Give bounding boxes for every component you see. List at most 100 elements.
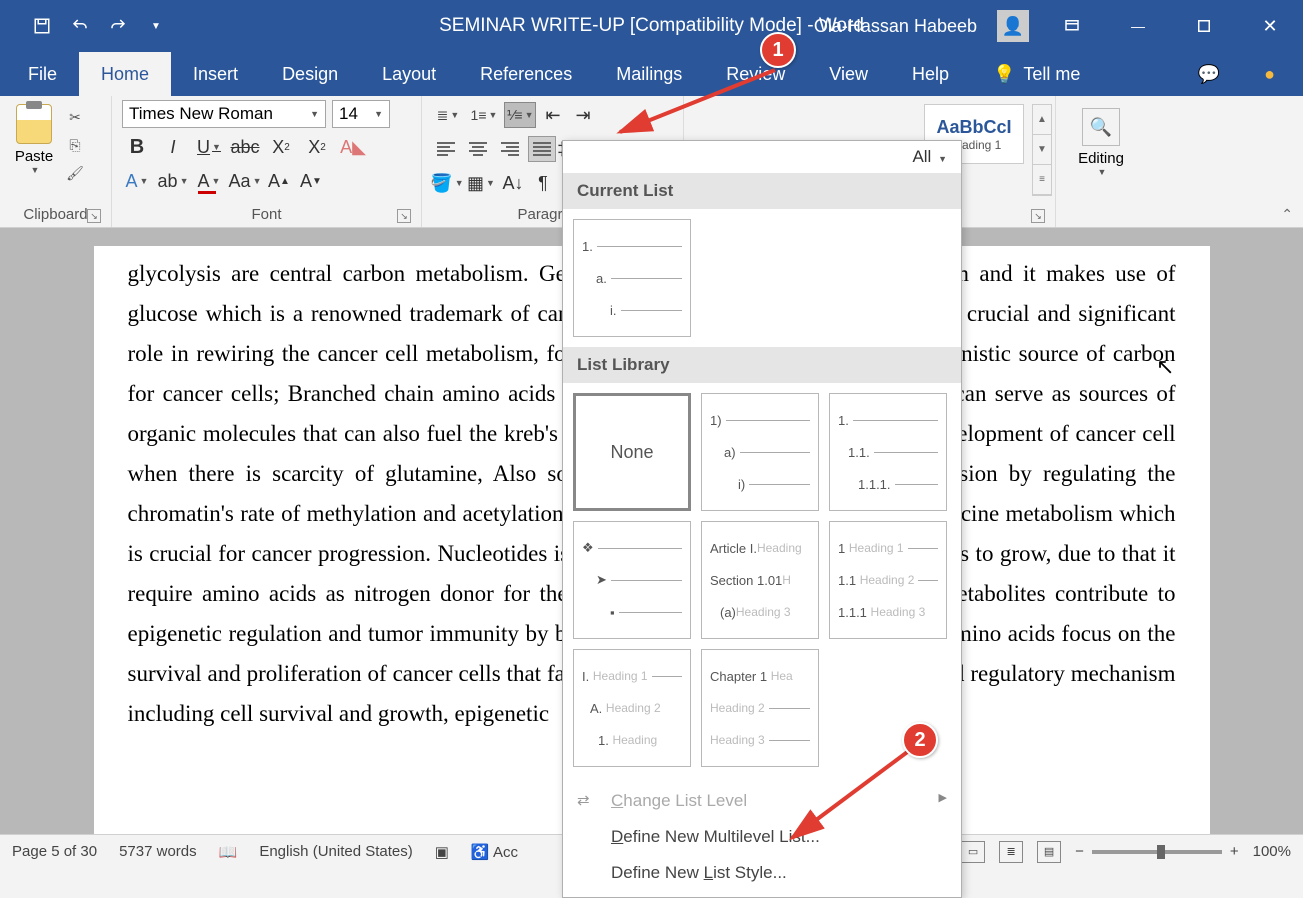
user-avatar[interactable]: 👤 (997, 10, 1029, 42)
tab-help[interactable]: Help (890, 52, 971, 96)
tab-insert[interactable]: Insert (171, 52, 260, 96)
zoom-out-icon[interactable]: − (1075, 843, 1084, 860)
list-paren[interactable]: 1) a) i) (701, 393, 819, 511)
save-icon[interactable] (28, 12, 56, 40)
clipboard-launcher[interactable]: ↘ (87, 209, 101, 223)
status-words[interactable]: 5737 words (119, 843, 197, 860)
redo-icon[interactable] (104, 12, 132, 40)
zoom-in-icon[interactable]: + (1230, 843, 1239, 860)
accessibility-icon[interactable]: ♿ Acc (471, 843, 518, 861)
tell-me[interactable]: 💡Tell me (971, 52, 1102, 96)
tab-file[interactable]: File (6, 52, 79, 96)
clear-format-icon[interactable]: A◣ (338, 132, 368, 162)
menu-define-list-style[interactable]: Define New List Style... (563, 855, 961, 891)
strike-button[interactable]: abc (230, 132, 260, 162)
align-right-icon[interactable] (496, 136, 524, 162)
list-roman[interactable]: I. Heading 1 A. Heading 2 1. Heading (573, 649, 691, 767)
highlight-icon[interactable]: ab▼ (158, 166, 188, 196)
decrease-indent-icon[interactable]: ⇤ (540, 100, 566, 130)
qat-dropdown-icon[interactable]: ▼ (142, 12, 170, 40)
align-center-icon[interactable] (464, 136, 492, 162)
align-justify-icon[interactable] (528, 136, 556, 162)
bold-button[interactable]: B (122, 132, 152, 162)
text-effects-icon[interactable]: A▼ (122, 166, 152, 196)
font-launcher[interactable]: ↘ (397, 209, 411, 223)
search-icon: 🔍 (1082, 108, 1120, 146)
tab-design[interactable]: Design (260, 52, 360, 96)
cut-icon[interactable]: ✂ (64, 106, 86, 128)
window-title: SEMINAR WRITE-UP [Compatibility Mode] - … (439, 15, 864, 37)
styles-nav[interactable]: ▲▼≡ (1032, 104, 1052, 196)
maximize-button[interactable] (1181, 10, 1227, 42)
tab-mailings[interactable]: Mailings (594, 52, 704, 96)
group-font: Times New Roman▼ 14▼ B I U▼ abc X2 X2 A◣… (112, 96, 422, 227)
subscript-button[interactable]: X2 (266, 132, 296, 162)
current-list-preview[interactable]: 1. a. i. (573, 219, 691, 337)
undo-icon[interactable] (66, 12, 94, 40)
sort-icon[interactable]: A↓ (500, 168, 526, 198)
styles-up-icon[interactable]: ▲ (1033, 105, 1051, 135)
bulb-icon: 💡 (993, 64, 1015, 85)
list-article[interactable]: Article I.Heading Section 1.01H (a)Headi… (701, 521, 819, 639)
shrink-font-icon[interactable]: A▼ (298, 166, 324, 196)
font-name-combo[interactable]: Times New Roman▼ (122, 100, 326, 128)
tab-layout[interactable]: Layout (360, 52, 458, 96)
list-numhead[interactable]: 1 Heading 1 1.1 Heading 2 1.1.1 Heading … (829, 521, 947, 639)
increase-indent-icon[interactable]: ⇥ (570, 100, 596, 130)
macro-icon[interactable]: ▣ (435, 843, 449, 861)
comments-icon[interactable]: 💬 (1176, 52, 1242, 96)
font-size-combo[interactable]: 14▼ (332, 100, 390, 128)
grow-font-icon[interactable]: A▲ (266, 166, 292, 196)
underline-button[interactable]: U▼ (194, 132, 224, 162)
menu-define-multilevel[interactable]: Define New Multilevel List... (563, 819, 961, 855)
view-web-icon[interactable]: ▤ (1037, 841, 1061, 863)
section-current-list: Current List (563, 173, 961, 209)
status-page[interactable]: Page 5 of 30 (12, 843, 97, 860)
list-bullets[interactable]: ❖ ➤ ▪ (573, 521, 691, 639)
tab-home[interactable]: Home (79, 52, 171, 96)
zoom-slider[interactable]: − + (1075, 843, 1239, 860)
paste-button[interactable]: Paste ▼ (10, 100, 58, 175)
pending-dot-icon: ● (1242, 52, 1297, 96)
spellcheck-icon[interactable]: 📖 (219, 843, 238, 861)
styles-down-icon[interactable]: ▼ (1033, 135, 1051, 165)
annotation-2: 2 (902, 722, 938, 758)
shading-icon[interactable]: 🪣▼ (432, 168, 462, 198)
view-print-icon[interactable]: ≣ (999, 841, 1023, 863)
section-list-library: List Library (563, 347, 961, 383)
minimize-button[interactable]: — (1115, 10, 1161, 42)
list-chapter[interactable]: Chapter 1 Hea Heading 2 Heading 3 (701, 649, 819, 767)
ribbon-display-icon[interactable] (1049, 10, 1095, 42)
superscript-button[interactable]: X2 (302, 132, 332, 162)
copy-icon[interactable]: ⎘ (64, 134, 86, 156)
styles-more-icon[interactable]: ≡ (1033, 165, 1051, 195)
multilevel-list-button[interactable]: ⅟≡▼ (504, 102, 536, 128)
font-label: Font (251, 206, 281, 223)
tab-references[interactable]: References (458, 52, 594, 96)
align-left-icon[interactable] (432, 136, 460, 162)
bullets-icon[interactable]: ≣▼ (432, 102, 464, 128)
format-painter-icon[interactable]: 🖌 (64, 162, 86, 184)
status-language[interactable]: English (United States) (259, 843, 412, 860)
list-dotted[interactable]: 1. 1.1. 1.1.1. (829, 393, 947, 511)
font-color-icon[interactable]: A▼ (194, 166, 224, 196)
menu-change-list-level: ⇄ Change List Level ▶ (563, 783, 961, 819)
change-case-icon[interactable]: Aa▼ (230, 166, 260, 196)
title-bar: ▼ SEMINAR WRITE-UP [Compatibility Mode] … (0, 0, 1303, 52)
close-button[interactable]: ✕ (1247, 10, 1293, 42)
multilevel-list-dropdown: All ▼ Current List 1. a. i. List Library… (562, 140, 962, 898)
borders-icon[interactable]: ▦▼ (466, 168, 496, 198)
tab-view[interactable]: View (807, 52, 890, 96)
collapse-ribbon-icon[interactable]: ⌃ (1281, 206, 1293, 223)
italic-button[interactable]: I (158, 132, 188, 162)
numbering-icon[interactable]: 1≡▼ (468, 102, 500, 128)
group-editing: 🔍 Editing ▼ (1056, 96, 1146, 227)
quick-access-toolbar: ▼ (0, 12, 170, 40)
list-none[interactable]: None (573, 393, 691, 511)
show-marks-icon[interactable]: ¶ (530, 168, 556, 198)
filter-all[interactable]: All ▼ (563, 141, 961, 173)
editing-button[interactable]: 🔍 Editing ▼ (1066, 100, 1136, 185)
status-zoom[interactable]: 100% (1253, 843, 1291, 860)
styles-launcher[interactable]: ↘ (1031, 209, 1045, 223)
view-focus-icon[interactable]: ▭ (961, 841, 985, 863)
